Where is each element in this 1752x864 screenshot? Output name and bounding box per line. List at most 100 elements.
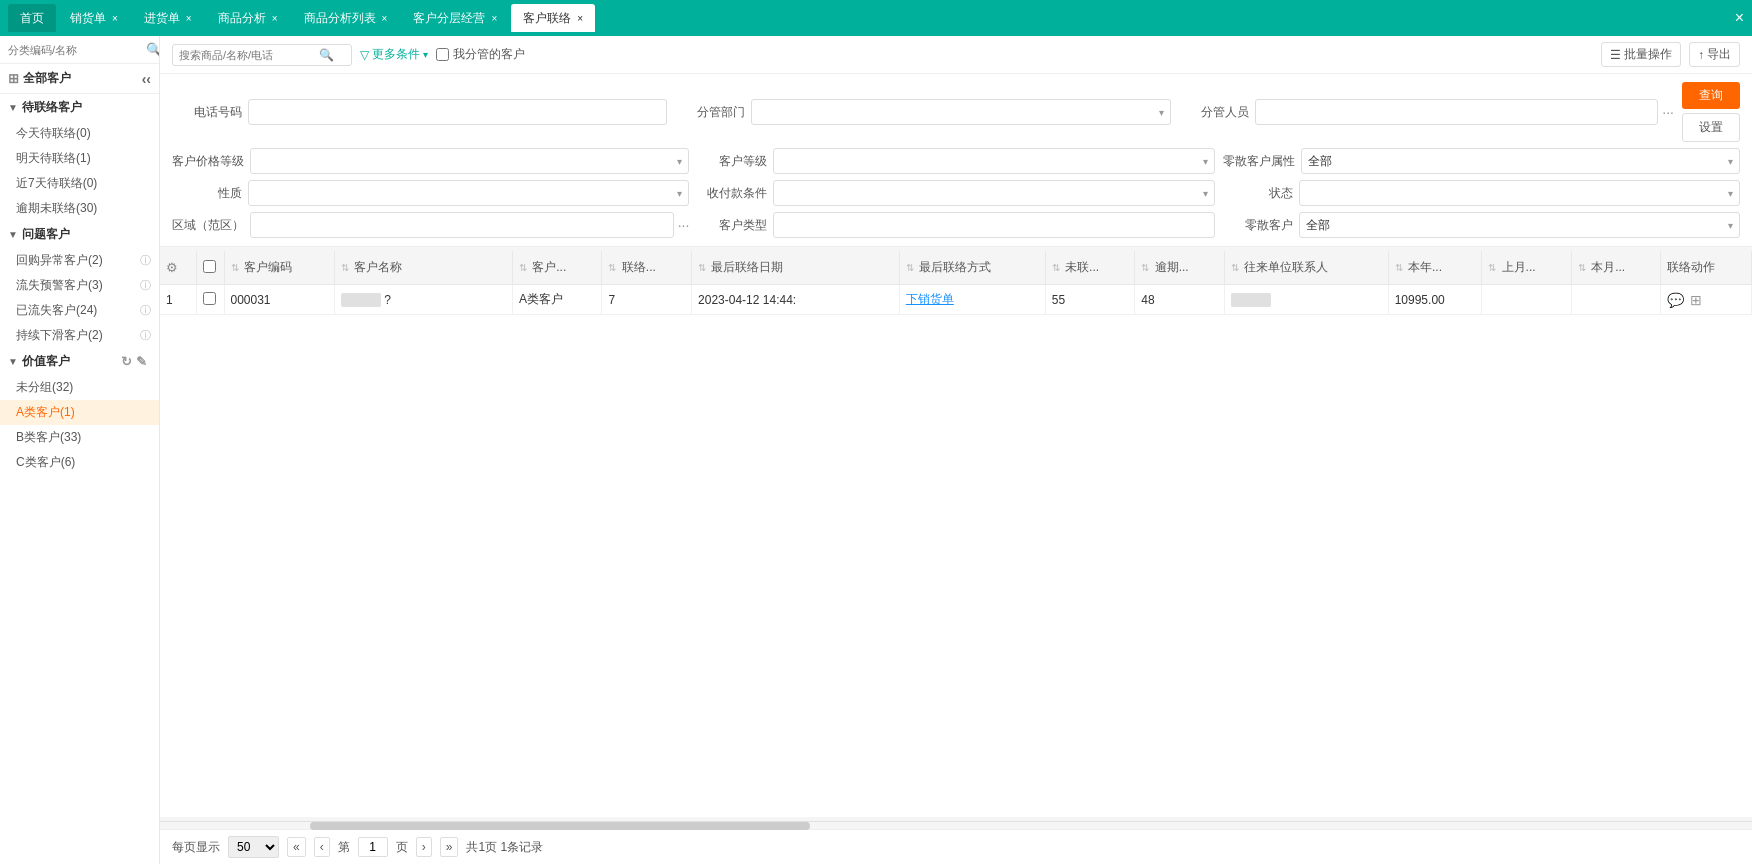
sidebar-item-churned[interactable]: 已流失客户(24) ⓘ [0,298,159,323]
customer-type-select[interactable] [773,212,1214,238]
tab-product-analysis-list-label: 商品分析列表 [304,10,376,27]
next-page-button[interactable]: › [416,837,432,857]
retail-customer-select[interactable]: 全部 ▾ [1299,212,1740,238]
sort-icon-last-month: ⇅ [1488,262,1496,273]
query-button[interactable]: 查询 [1682,82,1740,109]
col-type: ⇅ 客户... [512,251,602,285]
row-type: A类客户 [512,285,602,315]
sidebar-item-unclassified[interactable]: 未分组(32) [0,375,159,400]
sidebar-all-customers: ⊞ 全部客户 ‹‹ [0,64,159,94]
top-navigation: 首页 销货单 × 进货单 × 商品分析 × 商品分析列表 × 客户分层经营 × … [0,0,1752,36]
sidebar-item-7days[interactable]: 近7天待联络(0) [0,171,159,196]
sidebar-item-churn-warning[interactable]: 流失预警客户(3) ⓘ [0,273,159,298]
sidebar-item-class-a[interactable]: A类客户(1) [0,400,159,425]
payment-caret: ▾ [1203,188,1208,199]
tab-sales-label: 销货单 [70,10,106,27]
chat-icon[interactable]: 💬 [1667,292,1684,308]
batch-operations-button[interactable]: ☰ 批量操作 [1601,42,1681,67]
payment-label: 收付款条件 [697,185,767,202]
sidebar-item-overdue[interactable]: 逾期未联络(30) [0,196,159,221]
grid-icon: ⊞ [8,71,19,86]
filter-bar: 🔍 ▽ 更多条件 ▾ 我分管的客户 ☰ 批量操作 ↑ 导出 [160,36,1752,74]
page-suffix: 页 [396,839,408,856]
total-records-label: 共1页 1条记录 [466,839,543,856]
last-contact-method-link[interactable]: 下销货单 [906,292,954,306]
nature-field: 性质 ▾ [172,180,689,206]
sidebar-group-value[interactable]: ▼ 价值客户 ↻ ✎ [0,348,159,375]
customer-type-label: 客户类型 [697,217,767,234]
sidebar-item-repurchase-abnormal[interactable]: 回购异常客户(2) ⓘ [0,248,159,273]
more-conditions-button[interactable]: ▽ 更多条件 ▾ [360,46,428,63]
row-actions: 💬 ⊞ [1661,285,1752,315]
sidebar-item-declining[interactable]: 持续下滑客户(2) ⓘ [0,323,159,348]
scrollbar-thumb[interactable] [310,822,810,830]
table-row: 1 000031 Ea ? A类客户 7 2023-04-12 14:44: [160,285,1752,315]
sidebar-group-pending[interactable]: ▼ 待联络客户 [0,94,159,121]
manager-dots-icon[interactable]: ··· [1662,104,1674,120]
status-select[interactable]: ▾ [1299,180,1740,206]
table-settings-icon[interactable]: ⚙ [166,260,178,275]
tab-sales-close[interactable]: × [112,13,118,24]
sidebar-item-tomorrow[interactable]: 明天待联络(1) [0,146,159,171]
tab-home[interactable]: 首页 [8,4,56,32]
col-checkbox [196,251,224,285]
tab-product-analysis-close[interactable]: × [272,13,278,24]
my-customers-checkbox[interactable] [436,48,449,61]
refresh-icon[interactable]: ↻ [121,354,132,369]
info-icon-4: ⓘ [140,328,151,343]
sort-icon-contact: ⇅ [608,262,616,273]
sidebar-item-today[interactable]: 今天待联络(0) [0,121,159,146]
tab-product-analysis-list-close[interactable]: × [382,13,388,24]
contacts-blurred: RE . [1231,293,1271,307]
tab-purchase-close[interactable]: × [186,13,192,24]
window-close-button[interactable]: × [1735,9,1744,27]
tab-product-analysis[interactable]: 商品分析 × [206,4,290,32]
tab-product-analysis-list[interactable]: 商品分析列表 × [292,4,400,32]
select-all-checkbox[interactable] [203,260,216,273]
settings-button[interactable]: 设置 [1682,113,1740,142]
info-icon-3: ⓘ [140,303,151,318]
department-label: 分管部门 [675,104,745,121]
horizontal-scrollbar[interactable] [160,821,1752,829]
sidebar-item-class-b[interactable]: B类客户(33) [0,425,159,450]
qrcode-icon[interactable]: ⊞ [1690,292,1702,308]
sidebar-search-container: 🔍 [0,36,159,64]
phone-input[interactable] [248,99,667,125]
col-last-contact-method: ⇅ 最后联络方式 [899,251,1045,285]
tab-customer-segment-close[interactable]: × [491,13,497,24]
nature-select[interactable]: ▾ [248,180,689,206]
sidebar-search-input[interactable] [8,44,146,56]
sidebar-group-value-label: 价值客户 [22,353,70,370]
row-no-contact-days: 55 [1045,285,1135,315]
price-level-select[interactable]: ▾ [250,148,689,174]
export-button[interactable]: ↑ 导出 [1689,42,1740,67]
per-page-select[interactable]: 50 100 [228,836,279,858]
manager-select[interactable] [1255,99,1659,125]
row-checkbox[interactable] [203,292,216,305]
status-label: 状态 [1223,185,1293,202]
tab-customer-segment[interactable]: 客户分层经营 × [401,4,509,32]
filter-search-input[interactable] [179,49,319,61]
department-field: 分管部门 ▾ [675,99,1170,125]
region-dots-icon[interactable]: ··· [678,217,690,233]
customer-level-select[interactable]: ▾ [773,148,1214,174]
tab-purchase[interactable]: 进货单 × [132,4,204,32]
page-number-input[interactable] [358,837,388,857]
arrow-down-icon: ▼ [8,102,18,113]
sidebar-item-class-c[interactable]: C类客户(6) [0,450,159,475]
prev-page-button[interactable]: ‹ [314,837,330,857]
department-select[interactable]: ▾ [751,99,1170,125]
sidebar-collapse-icon[interactable]: ‹‹ [142,71,151,87]
last-page-button[interactable]: » [440,837,459,857]
sidebar-group-problem[interactable]: ▼ 问题客户 [0,221,159,248]
manager-field: 分管人员 ··· [1179,99,1674,125]
tab-sales[interactable]: 销货单 × [58,4,130,32]
retail-attr-select[interactable]: 全部 ▾ [1301,148,1740,174]
tab-customer-contact-close[interactable]: × [577,13,583,24]
tab-customer-contact[interactable]: 客户联络 × [511,4,595,32]
payment-select[interactable]: ▾ [773,180,1214,206]
sort-icon-type: ⇅ [519,262,527,273]
edit-icon[interactable]: ✎ [136,354,147,369]
region-select[interactable] [250,212,674,238]
first-page-button[interactable]: « [287,837,306,857]
